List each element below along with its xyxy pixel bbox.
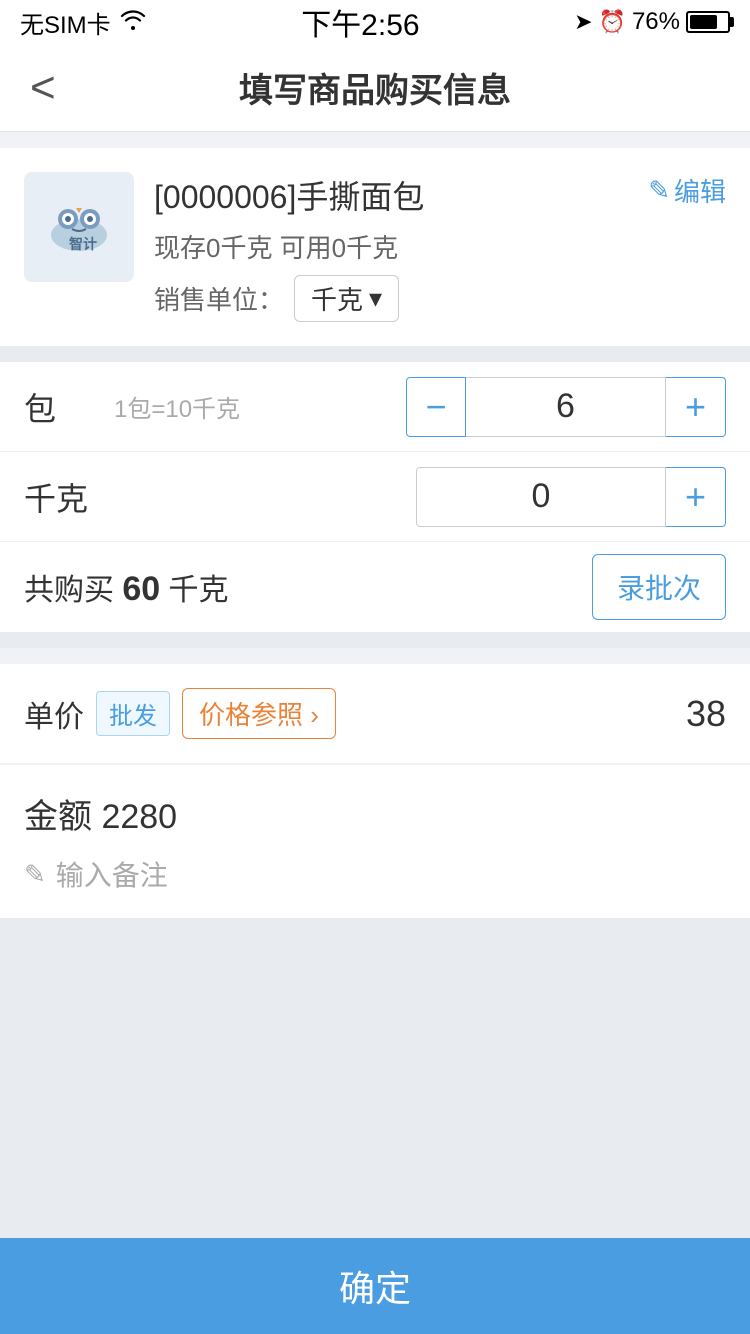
price-section: 单价 批发 价格参照 › 38	[0, 664, 750, 763]
svg-text:智计: 智计	[68, 236, 97, 252]
bag-quantity-control: − +	[406, 377, 726, 437]
status-left: 无SIM卡	[20, 5, 147, 40]
price-ref-button[interactable]: 价格参照 ›	[182, 688, 336, 739]
product-card: 智计 [0000006]手撕面包 现存0千克 可用0千克 销售单位： 千克 ▾ …	[0, 148, 750, 346]
alarm-icon: ⏰	[599, 9, 626, 35]
kg-row: 千克 +	[0, 452, 750, 542]
dropdown-arrow: ▾	[369, 283, 382, 314]
total-label: 共购买	[24, 574, 114, 607]
background-area	[0, 918, 750, 1238]
divider-2	[0, 632, 750, 648]
product-image: 智计	[24, 172, 134, 282]
product-info: [0000006]手撕面包 现存0千克 可用0千克 销售单位： 千克 ▾	[154, 172, 726, 322]
kg-quantity-control: +	[416, 467, 726, 527]
price-tag: 批发	[96, 691, 170, 736]
bag-plus-button[interactable]: +	[666, 377, 726, 437]
page-title: 填写商品购买信息	[239, 63, 511, 112]
bag-minus-button[interactable]: −	[406, 377, 466, 437]
status-bar: 无SIM卡 下午2:56 ➤ ⏰ 76%	[0, 0, 750, 44]
amount-section: 金额 2280 ✎ 输入备注	[0, 765, 750, 918]
carrier-text: 无SIM卡	[20, 5, 111, 40]
total-qty: 60	[122, 570, 160, 608]
kg-quantity-input[interactable]	[416, 467, 666, 527]
product-name: [0000006]手撕面包	[154, 172, 726, 218]
remark-placeholder: 输入备注	[56, 854, 168, 894]
bag-quantity-input[interactable]	[466, 377, 666, 437]
edit-label: 编辑	[674, 172, 726, 209]
amount-row: 金额 2280	[24, 789, 726, 838]
nav-bar: < 填写商品购买信息	[0, 44, 750, 132]
remark-edit-icon: ✎	[24, 859, 46, 890]
status-time: 下午2:56	[301, 0, 419, 44]
record-batch-button[interactable]: 录批次	[592, 554, 726, 620]
form-section: 包 1包=10千克 − + 千克 +	[0, 362, 750, 542]
total-unit: 千克	[169, 574, 229, 607]
unit-dropdown[interactable]: 千克 ▾	[294, 275, 399, 322]
battery-icon	[686, 11, 730, 33]
price-label: 单价	[24, 692, 84, 736]
product-stock: 现存0千克 可用0千克	[154, 228, 726, 265]
amount-value: 2280	[101, 798, 177, 836]
product-unit-row: 销售单位： 千克 ▾	[154, 275, 726, 322]
back-button[interactable]: <	[20, 53, 66, 123]
amount-label: 金额	[24, 798, 92, 836]
kg-plus-button[interactable]: +	[666, 467, 726, 527]
edit-icon: ✎	[648, 175, 670, 206]
wifi-icon	[119, 8, 147, 37]
price-value: 38	[686, 693, 726, 735]
status-right: ➤ ⏰ 76%	[574, 8, 730, 36]
bag-hint: 1包=10千克	[114, 389, 406, 424]
unit-label: 销售单位：	[154, 280, 284, 317]
remark-row[interactable]: ✎ 输入备注	[24, 854, 726, 894]
unit-value: 千克	[311, 280, 363, 317]
battery-percent: 76%	[632, 8, 680, 36]
bag-label: 包	[24, 384, 104, 430]
location-icon: ➤	[574, 9, 592, 35]
total-row: 共购买 60 千克 录批次	[0, 542, 750, 632]
edit-button[interactable]: ✎ 编辑	[648, 172, 726, 209]
kg-label: 千克	[24, 474, 104, 520]
total-text: 共购买 60 千克	[24, 565, 592, 609]
divider-1	[0, 346, 750, 362]
confirm-button[interactable]: 确定	[0, 1238, 750, 1334]
product-logo: 智计	[44, 193, 114, 262]
bag-row: 包 1包=10千克 − +	[0, 362, 750, 452]
